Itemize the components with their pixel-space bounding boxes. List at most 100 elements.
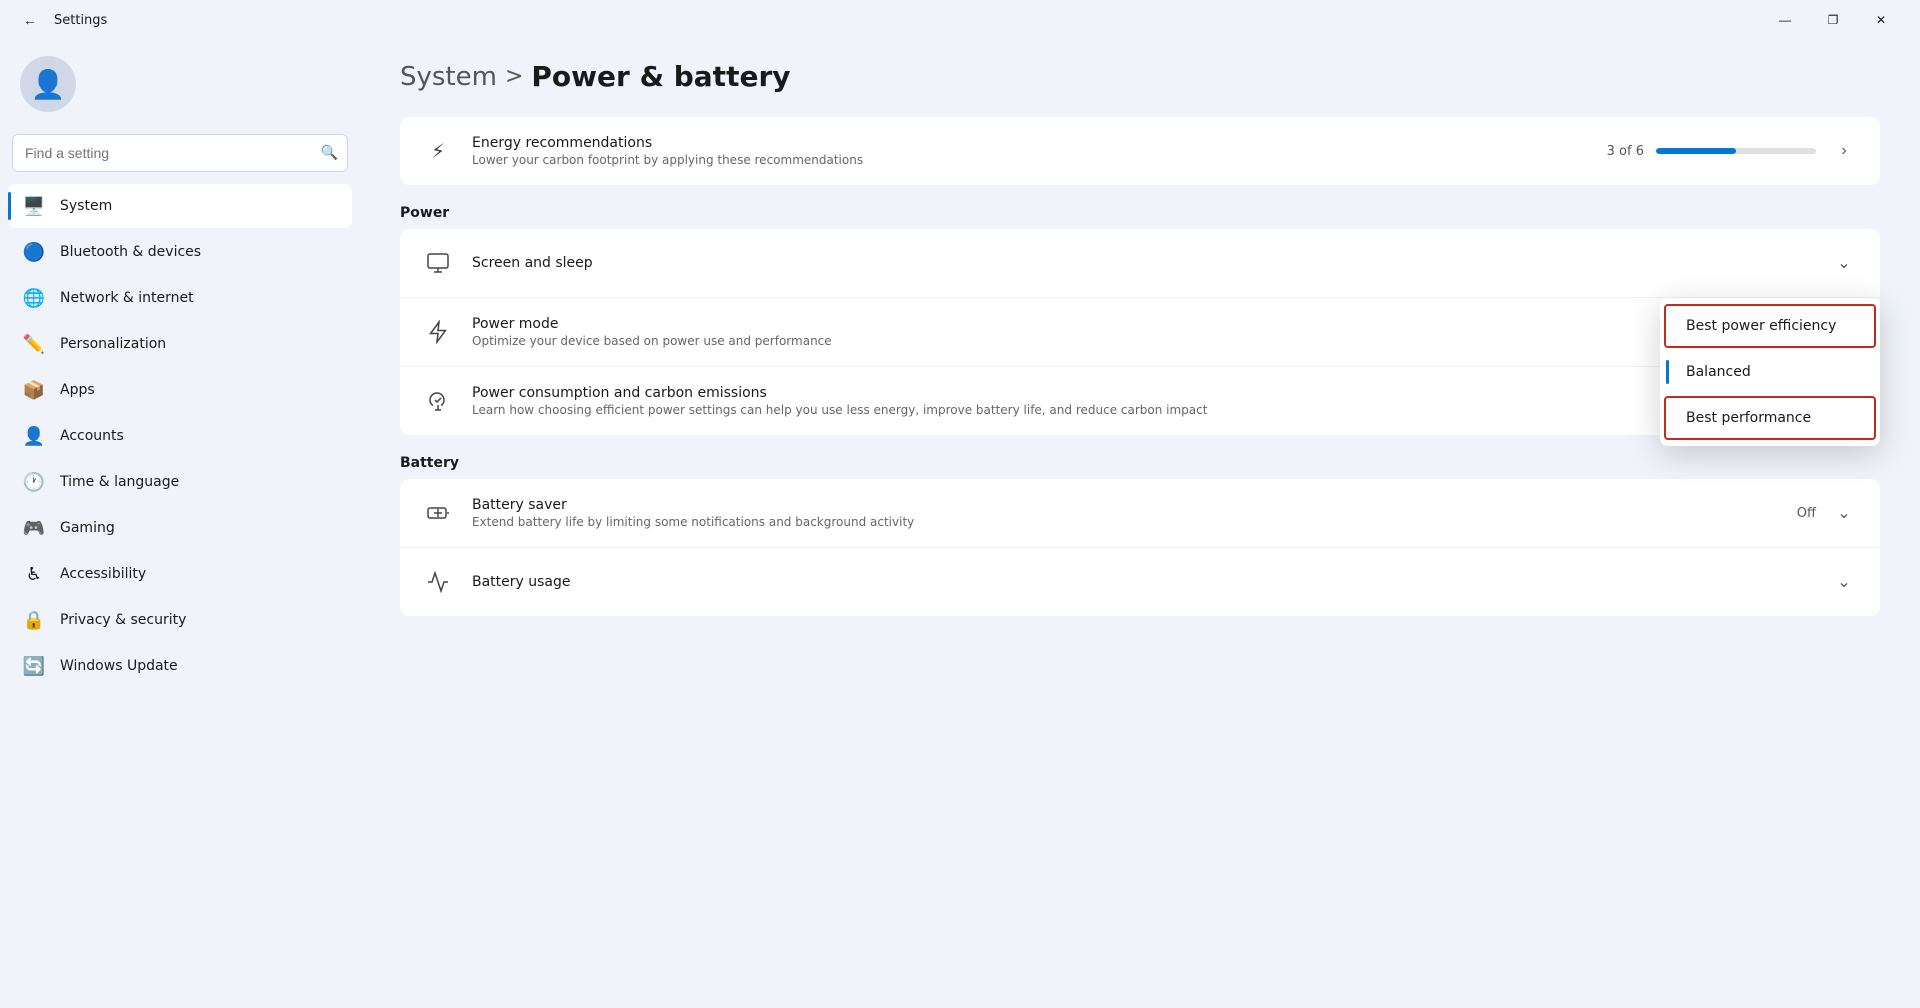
battery-usage-chevron[interactable]: ⌄ — [1828, 566, 1860, 598]
battery-saver-chevron[interactable]: ⌄ — [1828, 497, 1860, 529]
energy-desc: Lower your carbon footprint by applying … — [472, 153, 1591, 167]
energy-progress-fill — [1656, 148, 1736, 154]
power-mode-row[interactable]: Power mode Optimize your device based on… — [400, 298, 1880, 367]
sidebar-label-privacy: Privacy & security — [60, 612, 186, 628]
network-icon: 🌐 — [22, 286, 46, 310]
power-consumption-icon — [420, 383, 456, 419]
minimize-button[interactable]: — — [1762, 0, 1808, 40]
battery-usage-right: ⌄ — [1828, 566, 1860, 598]
search-input[interactable] — [12, 134, 348, 172]
dropdown-item-best-perf[interactable]: Best performance — [1664, 396, 1876, 440]
power-mode-dropdown: Best power efficiency Balanced Best perf… — [1660, 298, 1880, 446]
screen-sleep-right: ⌄ — [1828, 247, 1860, 279]
content-area: System > Power & battery ⚡ Energy recomm… — [360, 40, 1920, 1008]
power-mode-title: Power mode — [472, 316, 1860, 332]
battery-saver-status: Off — [1797, 506, 1816, 521]
battery-saver-icon — [420, 495, 456, 531]
privacy-icon: 🔒 — [22, 608, 46, 632]
window-controls: — ❐ ✕ — [1762, 0, 1904, 40]
dropdown-label-balanced: Balanced — [1686, 364, 1751, 380]
energy-recommendations-card[interactable]: ⚡ Energy recommendations Lower your carb… — [400, 117, 1880, 185]
gaming-icon: 🎮 — [22, 516, 46, 540]
breadcrumb-parent[interactable]: System — [400, 62, 497, 92]
sidebar-item-gaming[interactable]: 🎮 Gaming — [8, 506, 352, 550]
sidebar-item-system[interactable]: 🖥️ System — [8, 184, 352, 228]
dropdown-label-best-power: Best power efficiency — [1686, 318, 1836, 334]
energy-card-row: ⚡ Energy recommendations Lower your carb… — [400, 117, 1880, 185]
power-mode-desc: Optimize your device based on power use … — [472, 334, 1860, 348]
bluetooth-icon: 🔵 — [22, 240, 46, 264]
battery-usage-text: Battery usage — [472, 574, 1812, 590]
energy-title: Energy recommendations — [472, 135, 1591, 151]
battery-saver-right: Off ⌄ — [1797, 497, 1860, 529]
sidebar-item-accessibility[interactable]: ♿ Accessibility — [8, 552, 352, 596]
battery-usage-row[interactable]: Battery usage ⌄ — [400, 548, 1880, 616]
power-consumption-row[interactable]: Power consumption and carbon emissions L… — [400, 367, 1880, 435]
accounts-icon: 👤 — [22, 424, 46, 448]
screen-sleep-title: Screen and sleep — [472, 255, 1812, 271]
battery-saver-row[interactable]: Battery saver Extend battery life by lim… — [400, 479, 1880, 548]
sidebar-item-apps[interactable]: 📦 Apps — [8, 368, 352, 412]
battery-saver-text: Battery saver Extend battery life by lim… — [472, 497, 1781, 529]
search-box: 🔍 — [12, 134, 348, 172]
screen-sleep-text: Screen and sleep — [472, 255, 1812, 271]
sidebar-label-apps: Apps — [60, 382, 95, 398]
sidebar-label-accessibility: Accessibility — [60, 566, 146, 582]
sidebar-item-accounts[interactable]: 👤 Accounts — [8, 414, 352, 458]
sidebar-label-accounts: Accounts — [60, 428, 124, 444]
sidebar-item-time[interactable]: 🕐 Time & language — [8, 460, 352, 504]
sidebar-item-bluetooth[interactable]: 🔵 Bluetooth & devices — [8, 230, 352, 274]
system-icon: 🖥️ — [22, 194, 46, 218]
power-card-group: Screen and sleep ⌄ Power mode Opti — [400, 229, 1880, 435]
power-mode-text: Power mode Optimize your device based on… — [472, 316, 1860, 348]
sidebar-label-gaming: Gaming — [60, 520, 115, 536]
maximize-button[interactable]: ❐ — [1810, 0, 1856, 40]
power-consumption-title: Power consumption and carbon emissions — [472, 385, 1832, 401]
power-mode-icon — [420, 314, 456, 350]
energy-text: Energy recommendations Lower your carbon… — [472, 135, 1591, 167]
dropdown-item-best-power[interactable]: Best power efficiency — [1664, 304, 1876, 348]
back-button[interactable]: ← — [16, 6, 44, 34]
sidebar: 👤 🔍 🖥️ System 🔵 Bluetooth & devices 🌐 Ne… — [0, 40, 360, 1008]
battery-saver-desc: Extend battery life by limiting some not… — [472, 515, 1781, 529]
power-section-label: Power — [400, 205, 1880, 221]
page-header: System > Power & battery — [400, 60, 1880, 93]
sidebar-label-network: Network & internet — [60, 290, 194, 306]
screen-sleep-row[interactable]: Screen and sleep ⌄ — [400, 229, 1880, 298]
avatar: 👤 — [20, 56, 76, 112]
dropdown-item-balanced[interactable]: Balanced — [1664, 350, 1876, 394]
user-profile: 👤 — [8, 40, 352, 132]
app-title: Settings — [54, 13, 1752, 28]
search-icon: 🔍 — [321, 145, 338, 161]
power-consumption-desc: Learn how choosing efficient power setti… — [472, 403, 1832, 417]
dropdown-label-best-perf: Best performance — [1686, 410, 1811, 426]
sidebar-label-update: Windows Update — [60, 658, 178, 674]
accessibility-icon: ♿ — [22, 562, 46, 586]
power-mode-container: Power mode Optimize your device based on… — [400, 298, 1880, 367]
apps-icon: 📦 — [22, 378, 46, 402]
sidebar-label-system: System — [60, 198, 112, 214]
sidebar-label-personalization: Personalization — [60, 336, 166, 352]
sidebar-label-time: Time & language — [60, 474, 179, 490]
screen-sleep-icon — [420, 245, 456, 281]
title-bar: ← Settings — ❐ ✕ — [0, 0, 1920, 40]
sidebar-item-personalization[interactable]: ✏️ Personalization — [8, 322, 352, 366]
energy-progress-bar — [1656, 148, 1816, 154]
sidebar-item-network[interactable]: 🌐 Network & internet — [8, 276, 352, 320]
battery-card-group: Battery saver Extend battery life by lim… — [400, 479, 1880, 616]
energy-progress-text: 3 of 6 — [1607, 144, 1644, 159]
battery-usage-icon — [420, 564, 456, 600]
sidebar-item-privacy[interactable]: 🔒 Privacy & security — [8, 598, 352, 642]
close-button[interactable]: ✕ — [1858, 0, 1904, 40]
sidebar-label-bluetooth: Bluetooth & devices — [60, 244, 201, 260]
battery-saver-title: Battery saver — [472, 497, 1781, 513]
personalization-icon: ✏️ — [22, 332, 46, 356]
screen-sleep-chevron[interactable]: ⌄ — [1828, 247, 1860, 279]
breadcrumb-separator: > — [505, 64, 523, 89]
app-body: 👤 🔍 🖥️ System 🔵 Bluetooth & devices 🌐 Ne… — [0, 40, 1920, 1008]
time-icon: 🕐 — [22, 470, 46, 494]
energy-chevron[interactable]: › — [1828, 135, 1860, 167]
energy-icon: ⚡ — [420, 133, 456, 169]
sidebar-item-update[interactable]: 🔄 Windows Update — [8, 644, 352, 688]
power-consumption-text: Power consumption and carbon emissions L… — [472, 385, 1832, 417]
